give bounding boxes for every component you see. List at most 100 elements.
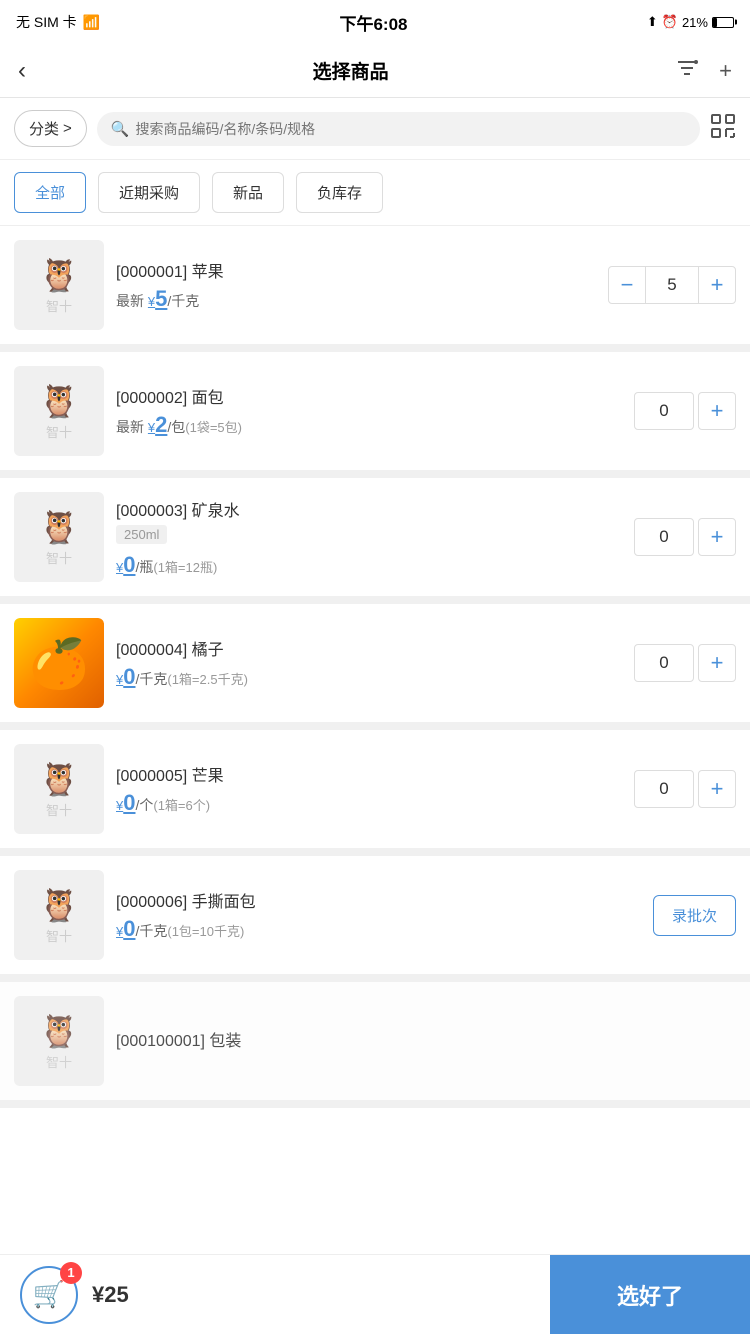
product-name-3: [0000003] 矿泉水	[116, 497, 622, 521]
product-thumbnail-1: 🦉 智十	[14, 240, 104, 330]
price-num-2: 2	[155, 412, 167, 437]
price-prefix-1: 最新	[116, 293, 144, 309]
price-pack-6: (1包=10千克)	[167, 924, 244, 939]
placeholder-owl-icon: 🦉	[39, 508, 79, 546]
price-unit-6: /千克	[135, 923, 167, 939]
placeholder-brand-text: 智十	[46, 548, 72, 567]
list-item: 🍊 [0000004] 橘子 ¥0/千克(1箱=2.5千克) +	[0, 604, 750, 730]
price-unit-2: /包	[167, 419, 185, 435]
search-box: 🔍	[97, 112, 700, 146]
price-num-4: 0	[123, 664, 135, 689]
qty-control-2: +	[634, 392, 736, 430]
placeholder-brand-text: 智十	[46, 296, 72, 315]
product-name-1: [0000001] 苹果	[116, 258, 596, 282]
list-item: 🦉 智十 [0000001] 苹果 最新 ¥5/千克 − +	[0, 226, 750, 352]
price-num-5: 0	[123, 790, 135, 815]
nav-actions: +	[675, 56, 732, 86]
tab-all[interactable]: 全部	[14, 172, 86, 213]
product-price-4: ¥0/千克(1箱=2.5千克)	[116, 664, 622, 690]
tab-new[interactable]: 新品	[212, 172, 284, 213]
search-input[interactable]	[135, 121, 686, 137]
list-item: 🦉 智十 [0000002] 面包 最新 ¥2/包(1袋=5包) +	[0, 352, 750, 478]
price-pack-3: (1箱=12瓶)	[153, 560, 217, 575]
category-arrow: >	[63, 120, 72, 137]
product-list: 🦉 智十 [0000001] 苹果 最新 ¥5/千克 − + 🦉 智十 [000…	[0, 226, 750, 1108]
filter-icon[interactable]	[675, 56, 699, 86]
price-unit-1: /千克	[167, 293, 199, 309]
location-icon: ⬆	[647, 14, 658, 30]
filter-bar: 分类 > 🔍	[0, 98, 750, 160]
product-price-3: ¥0/瓶(1箱=12瓶)	[116, 552, 622, 578]
page-title: 选择商品	[313, 57, 389, 84]
product-thumbnail-6: 🦉 智十	[14, 870, 104, 960]
qty-input-2[interactable]	[634, 392, 694, 430]
qty-decrease-1[interactable]: −	[608, 266, 646, 304]
product-info-7: [000100001] 包装	[116, 1027, 736, 1055]
status-right: ⬆ ⏰ 21%	[647, 14, 734, 30]
placeholder-brand-text: 智十	[46, 1052, 72, 1071]
placeholder-brand-text: 智十	[46, 800, 72, 819]
price-pack-5: (1箱=6个)	[153, 798, 210, 813]
price-num-3: 0	[123, 552, 135, 577]
price-prefix-2: 最新	[116, 419, 144, 435]
qty-input-1[interactable]	[646, 266, 698, 304]
qty-increase-4[interactable]: +	[698, 644, 736, 682]
tab-negative[interactable]: 负库存	[296, 172, 383, 213]
placeholder-brand-text: 智十	[46, 926, 72, 945]
qty-increase-5[interactable]: +	[698, 770, 736, 808]
product-name-5: [0000005] 芒果	[116, 762, 622, 786]
product-info-3: [0000003] 矿泉水 250ml ¥0/瓶(1箱=12瓶)	[116, 497, 622, 578]
placeholder-owl-icon: 🦉	[39, 382, 79, 420]
cart-section: 🛒 1 ¥25	[0, 1266, 149, 1324]
cart-total: ¥25	[92, 1282, 129, 1308]
price-num-6: 0	[123, 916, 135, 941]
product-thumbnail-4: 🍊	[14, 618, 104, 708]
qty-increase-2[interactable]: +	[698, 392, 736, 430]
cart-icon: 🛒	[33, 1279, 65, 1310]
bottom-bar: 🛒 1 ¥25 选好了	[0, 1254, 750, 1334]
product-spec-3: 250ml	[116, 525, 167, 544]
price-num-1: 5	[155, 286, 167, 311]
product-info-4: [0000004] 橘子 ¥0/千克(1箱=2.5千克)	[116, 636, 622, 690]
confirm-button[interactable]: 选好了	[550, 1255, 750, 1334]
qty-control-3: +	[634, 518, 736, 556]
product-name-4: [0000004] 橘子	[116, 636, 622, 660]
qty-input-3[interactable]	[634, 518, 694, 556]
category-button[interactable]: 分类 >	[14, 110, 87, 147]
tab-recent[interactable]: 近期采购	[98, 172, 200, 213]
back-button[interactable]: ‹	[18, 57, 26, 85]
batch-control-6: 录批次	[653, 895, 736, 936]
qty-increase-1[interactable]: +	[698, 266, 736, 304]
carrier-text: 无 SIM 卡	[16, 12, 77, 32]
product-name-7: [000100001] 包装	[116, 1027, 736, 1051]
product-price-6: ¥0/千克(1包=10千克)	[116, 916, 641, 942]
list-item: 🦉 智十 [0000005] 芒果 ¥0/个(1箱=6个) +	[0, 730, 750, 856]
placeholder-owl-icon: 🦉	[39, 760, 79, 798]
cart-button[interactable]: 🛒 1	[20, 1266, 78, 1324]
product-info-5: [0000005] 芒果 ¥0/个(1箱=6个)	[116, 762, 622, 816]
tab-bar: 全部 近期采购 新品 负库存	[0, 160, 750, 226]
status-bar: 无 SIM 卡 📶 下午6:08 ⬆ ⏰ 21%	[0, 0, 750, 44]
placeholder-owl-icon: 🦉	[39, 256, 79, 294]
alarm-icon: ⏰	[662, 14, 678, 30]
batch-button-6[interactable]: 录批次	[653, 895, 736, 936]
qty-increase-3[interactable]: +	[698, 518, 736, 556]
product-thumbnail-5: 🦉 智十	[14, 744, 104, 834]
product-price-2: 最新 ¥2/包(1袋=5包)	[116, 412, 622, 438]
wifi-icon: 📶	[83, 14, 100, 31]
qty-input-4[interactable]	[634, 644, 694, 682]
product-thumbnail-7: 🦉 智十	[14, 996, 104, 1086]
scan-icon[interactable]	[710, 113, 736, 145]
price-unit-4: /千克	[135, 671, 167, 687]
search-icon: 🔍	[111, 120, 130, 138]
add-button[interactable]: +	[719, 58, 732, 84]
status-carrier: 无 SIM 卡 📶	[16, 12, 100, 32]
qty-input-5[interactable]	[634, 770, 694, 808]
price-pack-4: (1箱=2.5千克)	[167, 672, 248, 687]
list-item: 🦉 智十 [0000003] 矿泉水 250ml ¥0/瓶(1箱=12瓶) +	[0, 478, 750, 604]
nav-bar: ‹ 选择商品 +	[0, 44, 750, 98]
product-price-5: ¥0/个(1箱=6个)	[116, 790, 622, 816]
placeholder-owl-icon: 🦉	[39, 1012, 79, 1050]
product-info-6: [0000006] 手撕面包 ¥0/千克(1包=10千克)	[116, 888, 641, 942]
price-unit-5: /个	[135, 797, 153, 813]
